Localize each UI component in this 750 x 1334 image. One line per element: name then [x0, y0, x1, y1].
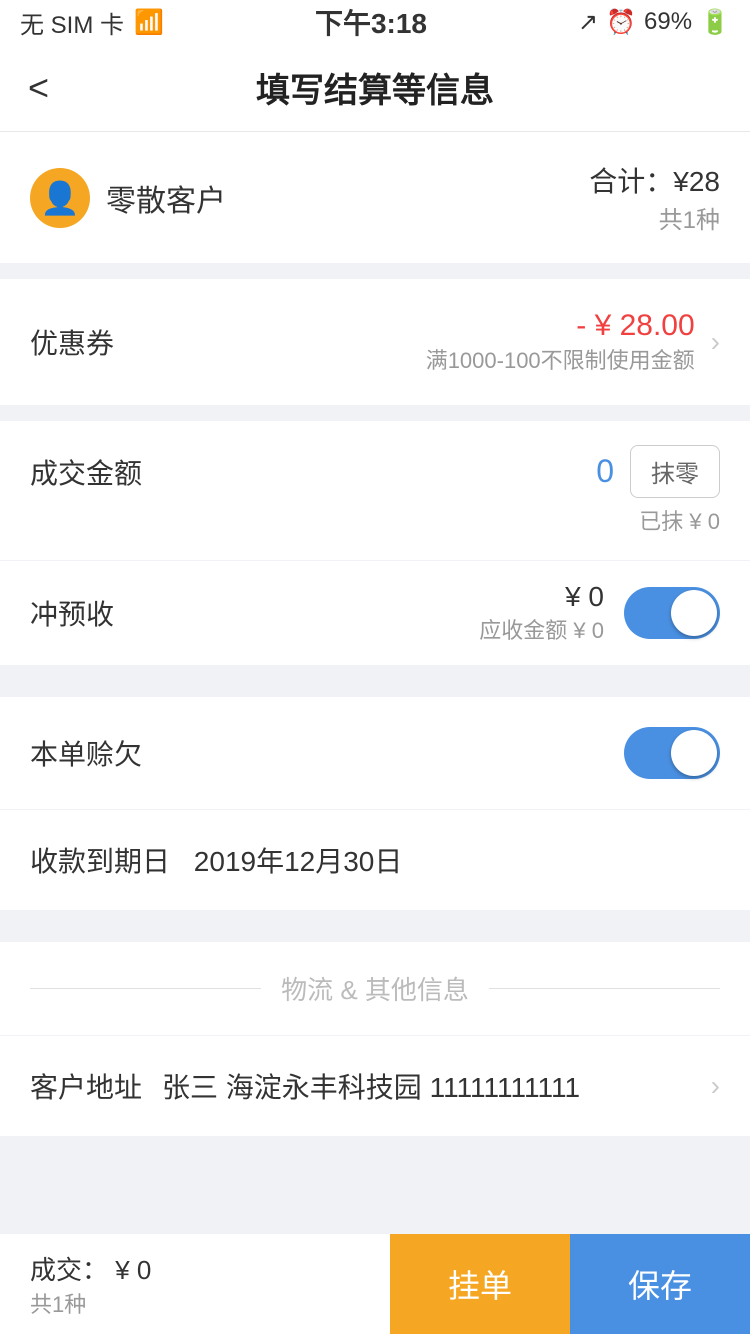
- status-left: 无 SIM 卡 📶: [20, 5, 164, 40]
- discount-amount: - ¥ 28.00: [426, 309, 695, 343]
- location-icon: ↗: [578, 8, 598, 37]
- divider-2: [0, 405, 750, 421]
- coupon-section: 优惠券 - ¥ 28.00 满1000-100不限制使用金额 ›: [0, 279, 750, 405]
- transaction-top: 成交金额 0 抹零: [30, 445, 720, 498]
- customer-left: 👤 零散客户: [30, 168, 226, 228]
- prepay-right: ¥ 0 应收金额 ¥ 0: [479, 581, 720, 645]
- bottom-count: 共1种: [30, 1287, 360, 1319]
- divider-3: [0, 665, 750, 681]
- address-chevron-icon: ›: [711, 1070, 720, 1102]
- round-zero-button[interactable]: 抹零: [630, 445, 720, 498]
- address-row[interactable]: 客户地址 张三 海淀永丰科技园 11111111111 ›: [0, 1036, 750, 1136]
- customer-name: 零散客户: [106, 176, 226, 220]
- discount-info: - ¥ 28.00 满1000-100不限制使用金额: [426, 309, 695, 375]
- total-count: 共1种: [589, 200, 720, 235]
- transaction-row: 成交金额 0 抹零 已抹 ¥ 0: [0, 421, 750, 561]
- hold-button[interactable]: 挂单: [390, 1234, 570, 1334]
- avatar: 👤: [30, 168, 90, 228]
- logistics-section: 物流 & 其他信息 客户地址 张三 海淀永丰科技园 11111111111 ›: [0, 942, 750, 1136]
- battery-text: 69%: [644, 8, 692, 36]
- bottom-transaction-value: ¥ 0: [115, 1255, 151, 1285]
- logistics-line-right: [489, 988, 720, 989]
- coupon-row[interactable]: 优惠券 - ¥ 28.00 满1000-100不限制使用金额 ›: [0, 279, 750, 405]
- status-right: ↗ ⏰ 69% 🔋: [578, 8, 730, 37]
- avatar-icon: 👤: [40, 179, 80, 217]
- page-title: 填写结算等信息: [256, 63, 494, 112]
- chevron-right-icon: ›: [711, 326, 720, 358]
- address-label: 客户地址: [30, 1066, 142, 1106]
- credit-row: 本单赊欠: [0, 697, 750, 810]
- wifi-icon: 📶: [134, 8, 164, 37]
- prepay-toggle[interactable]: [624, 587, 720, 639]
- bottom-info: 成交： ¥ 0 共1种: [0, 1250, 390, 1319]
- transaction-right: 0 抹零: [574, 445, 720, 498]
- toggle-knob: [671, 590, 717, 636]
- credit-label: 本单赊欠: [30, 733, 142, 773]
- coupon-label: 优惠券: [30, 322, 114, 362]
- total-amount: 合计：¥28: [589, 160, 720, 200]
- customer-row: 👤 零散客户 合计：¥28 共1种: [30, 160, 720, 235]
- transaction-value[interactable]: 0: [574, 453, 614, 490]
- transaction-section: 成交金额 0 抹零 已抹 ¥ 0 冲预收 ¥ 0 应收金额 ¥ 0: [0, 421, 750, 665]
- prepay-label: 冲预收: [30, 593, 114, 633]
- due-date-label: 收款到期日: [30, 846, 170, 877]
- credit-section: 本单赊欠 收款到期日 2019年12月30日: [0, 697, 750, 910]
- save-button[interactable]: 保存: [570, 1234, 750, 1334]
- transaction-sub: 已抹 ¥ 0: [30, 504, 720, 536]
- coupon-value-right: - ¥ 28.00 满1000-100不限制使用金额 ›: [426, 309, 720, 375]
- transaction-label: 成交金额: [30, 452, 142, 492]
- prepay-amount-main: ¥ 0: [479, 581, 604, 613]
- credit-toggle[interactable]: [624, 727, 720, 779]
- customer-section: 👤 零散客户 合计：¥28 共1种: [0, 132, 750, 263]
- bottom-transaction: 成交： ¥ 0: [30, 1250, 360, 1287]
- logistics-header: 物流 & 其他信息: [0, 942, 750, 1036]
- divider-1: [0, 263, 750, 279]
- logistics-title: 物流 & 其他信息: [281, 970, 469, 1007]
- discount-desc: 满1000-100不限制使用金额: [426, 343, 695, 375]
- status-bar: 无 SIM 卡 📶 下午3:18 ↗ ⏰ 69% 🔋: [0, 0, 750, 44]
- prepay-amounts: ¥ 0 应收金额 ¥ 0: [479, 581, 604, 645]
- sim-text: 无 SIM 卡: [20, 5, 124, 40]
- due-date-value[interactable]: 2019年12月30日: [194, 846, 403, 877]
- prepay-amount-sub: 应收金额 ¥ 0: [479, 613, 604, 645]
- logistics-line-left: [30, 988, 261, 989]
- customer-right: 合计：¥28 共1种: [589, 160, 720, 235]
- status-time: 下午3:18: [315, 2, 427, 42]
- address-value: 张三 海淀永丰科技园 11111111111: [162, 1066, 711, 1106]
- divider-4: [0, 910, 750, 926]
- battery-icon: 🔋: [700, 8, 730, 37]
- date-row: 收款到期日 2019年12月30日: [0, 810, 750, 910]
- alarm-icon: ⏰: [606, 8, 636, 37]
- back-button[interactable]: <: [28, 67, 49, 109]
- bottom-bar: 成交： ¥ 0 共1种 挂单 保存: [0, 1234, 750, 1334]
- prepay-row: 冲预收 ¥ 0 应收金额 ¥ 0: [0, 561, 750, 665]
- credit-toggle-knob: [671, 730, 717, 776]
- bottom-transaction-label: 成交：: [30, 1255, 108, 1285]
- nav-bar: < 填写结算等信息: [0, 44, 750, 132]
